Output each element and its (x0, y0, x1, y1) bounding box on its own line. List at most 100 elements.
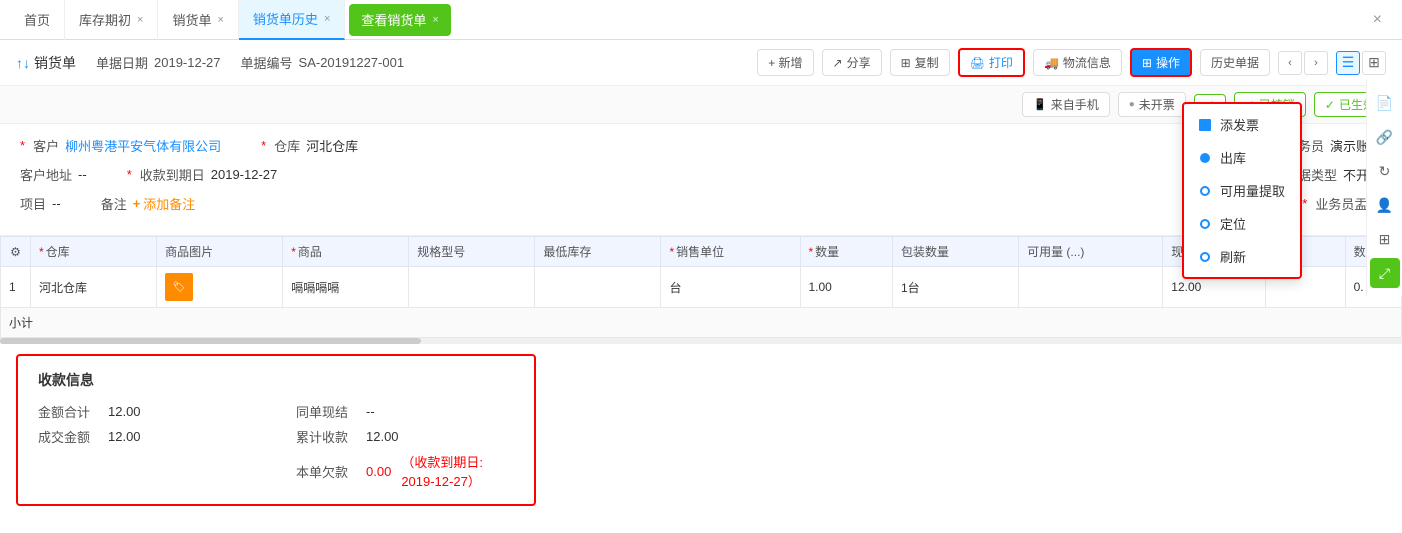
salesperson-label: 业务员盂 (1315, 194, 1367, 213)
col-available: 可用量 (...) (1019, 237, 1163, 267)
customer-value[interactable]: 柳州粤港平安气体有限公司 (65, 136, 221, 155)
refresh-dropdown-icon (1198, 250, 1212, 264)
list-view-button[interactable]: ☰ (1336, 51, 1360, 75)
document-type-label: 销货单 (34, 53, 76, 73)
view-toggle: ☰ ⊞ (1336, 51, 1386, 75)
close-tab-inventory-init[interactable]: × (137, 14, 143, 26)
payment-row-total: 金额合计 12.00 (38, 402, 256, 421)
close-tab-sales-order[interactable]: × (217, 14, 223, 26)
row-qty: 1.00 (800, 267, 892, 308)
close-tab-view-sales-order[interactable]: × (432, 14, 438, 26)
grid-view-button[interactable]: ⊞ (1362, 51, 1386, 75)
history-button[interactable]: 历史单据 (1200, 49, 1270, 76)
warehouse-required-star: * (261, 138, 266, 153)
main-content: ↑↓ 销货单 单据日期 2019-12-27 单据编号 SA-20191227-… (0, 40, 1402, 533)
copy-button[interactable]: ⊞ 复制 (890, 49, 950, 76)
project-label: 项目 (20, 194, 46, 213)
nav-arrows: ‹ › (1278, 51, 1328, 75)
scroll-thumb[interactable] (0, 338, 421, 344)
tab-inventory-init[interactable]: 库存期初 × (65, 0, 158, 40)
address-value: -- (78, 167, 87, 182)
operations-dropdown: 添发票 出库 可用量提取 定位 刷新 (1182, 102, 1302, 279)
due-date-required-star: * (127, 167, 132, 182)
close-window-button[interactable]: × (1363, 11, 1392, 29)
from-phone-button[interactable]: 📱 来自手机 (1022, 92, 1110, 117)
number-meta: 单据编号 SA-20191227-001 (241, 53, 405, 72)
scroll-bar[interactable] (0, 338, 1402, 344)
sidebar-table-icon[interactable]: ⊞ (1370, 224, 1400, 254)
date-label: 单据日期 (96, 53, 148, 72)
unissued-button[interactable]: ● 未开票 (1118, 92, 1186, 117)
warehouse-value: 河北仓库 (306, 136, 358, 155)
subtotal-row: 小计 (1, 308, 1402, 338)
tab-home[interactable]: 首页 (10, 0, 65, 40)
due-date-value: 2019-12-27 (211, 167, 278, 182)
payment-row-settlement: 同单现结 -- (296, 402, 514, 421)
due-date-label: 收款到期日 (140, 165, 205, 184)
payment-row-deal: 成交金额 12.00 (38, 427, 256, 446)
row-min-stock (535, 267, 661, 308)
customer-field: * 客户 柳州粤港平安气体有限公司 (20, 136, 221, 155)
sidebar-expand-icon[interactable]: ⤢ (1370, 258, 1400, 288)
phone-icon: 📱 (1033, 98, 1047, 111)
row-sales-unit: 台 (661, 267, 800, 308)
form-row-3: 项目 -- 备注 + 添加备注 * 业务员盂 -- (20, 194, 1382, 213)
next-record-button[interactable]: › (1304, 51, 1328, 75)
col-product-img: 商品图片 (157, 237, 283, 267)
customer-required-star: * (20, 138, 25, 153)
col-qty: *数量 (800, 237, 892, 267)
col-warehouse: *仓库 (31, 237, 157, 267)
payment-title: 收款信息 (38, 370, 514, 390)
warehouse-field: * 仓库 河北仓库 (261, 136, 358, 155)
address-label: 客户地址 (20, 165, 72, 184)
truck-icon: 🚚 (1044, 56, 1059, 70)
dropdown-available-extract[interactable]: 可用量提取 (1184, 174, 1300, 207)
doc-title: ↑↓ 销货单 (16, 53, 76, 73)
dropdown-refresh[interactable]: 刷新 (1184, 240, 1300, 273)
tab-sales-order-history[interactable]: 销货单历史 × (239, 0, 345, 40)
row-warehouse: 河北仓库 (31, 267, 157, 308)
add-invoice-icon (1198, 118, 1212, 132)
number-label: 单据编号 (241, 53, 293, 72)
print-button[interactable]: 🖨 打印 (958, 48, 1025, 77)
col-sales-unit: *销售单位 (661, 237, 800, 267)
product-image: 🏷 (165, 273, 193, 301)
date-meta: 单据日期 2019-12-27 (96, 53, 221, 72)
share-button[interactable]: ↗ 分享 (822, 49, 882, 76)
project-field: 项目 -- (20, 194, 61, 213)
close-tab-sales-order-history[interactable]: × (324, 13, 330, 25)
customer-label: 客户 (33, 136, 59, 155)
due-date-field: * 收款到期日 2019-12-27 (127, 165, 278, 184)
sidebar-link-icon[interactable]: 🔗 (1370, 122, 1400, 152)
sidebar-refresh-icon[interactable]: ↻ (1370, 156, 1400, 186)
number-value: SA-20191227-001 (299, 55, 405, 70)
date-value: 2019-12-27 (154, 55, 221, 70)
effective-icon: ✓ (1325, 98, 1335, 112)
operations-button[interactable]: ⊞ 操作 (1130, 48, 1192, 77)
add-button[interactable]: + 新增 (757, 49, 813, 76)
plus-icon: + (133, 196, 141, 211)
sidebar-document-icon[interactable]: 📄 (1370, 88, 1400, 118)
available-extract-icon (1198, 184, 1212, 198)
dropdown-add-invoice[interactable]: 添发票 (1184, 108, 1300, 141)
row-product: 嗝嗝嗝嗝 (283, 267, 409, 308)
prev-record-button[interactable]: ‹ (1278, 51, 1302, 75)
add-note-button[interactable]: + 添加备注 (133, 194, 196, 213)
logistics-button[interactable]: 🚚 物流信息 (1033, 49, 1122, 76)
doc-actions: + 新增 ↗ 分享 ⊞ 复制 🖨 打印 🚚 物流信息 ⊞ 操作 历史单据 (757, 48, 1386, 77)
row-available (1019, 267, 1163, 308)
tab-view-sales-order[interactable]: 查看销货单 × (349, 4, 450, 36)
print-icon: 🖨 (970, 56, 985, 70)
row-num: 1 (1, 267, 31, 308)
payment-row-received: 累计收款 12.00 (296, 427, 514, 446)
dropdown-outbound[interactable]: 出库 (1184, 141, 1300, 174)
dropdown-locate[interactable]: 定位 (1184, 207, 1300, 240)
payment-grid: 金额合计 12.00 同单现结 -- 成交金额 12.00 累计收款 12.00… (38, 402, 514, 490)
col-settings: ⚙ (1, 237, 31, 267)
sales-order-icon: ↑↓ (16, 55, 30, 71)
form-row-2: 客户地址 -- * 收款到期日 2019-12-27 * 票据类型 不开票 (20, 165, 1382, 184)
share-icon: ↗ (833, 56, 843, 70)
sidebar-user-icon[interactable]: 👤 (1370, 190, 1400, 220)
grid-icon: ⊞ (1142, 56, 1152, 70)
tab-sales-order[interactable]: 销货单 × (158, 0, 238, 40)
